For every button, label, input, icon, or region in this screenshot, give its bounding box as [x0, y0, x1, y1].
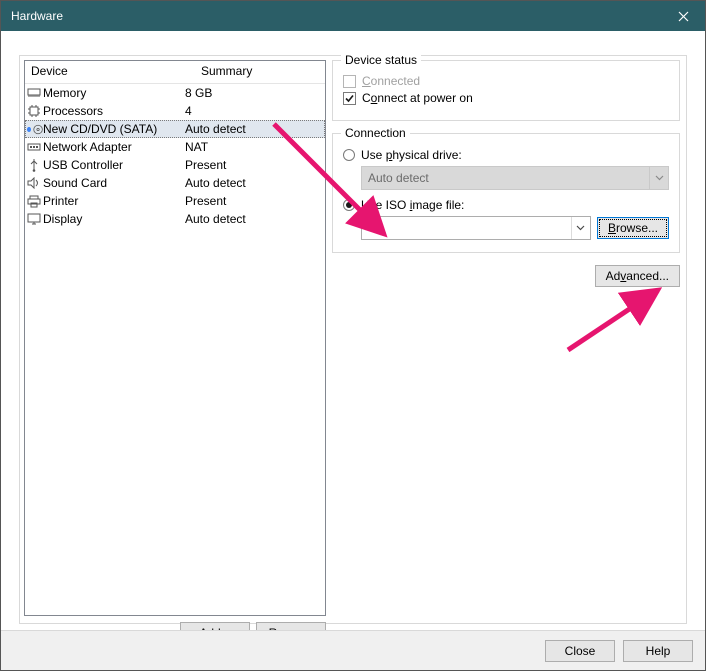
iso-path-combo[interactable]: [361, 216, 591, 240]
physical-drive-combo: Auto detect: [361, 166, 669, 190]
use-physical-label: Use physical drive:: [361, 148, 462, 162]
connect-poweron-row[interactable]: Connect at power on: [343, 91, 669, 105]
memory-icon: [25, 87, 43, 99]
device-row[interactable]: Network AdapterNAT: [25, 138, 325, 156]
advanced-button[interactable]: Advanced...: [595, 265, 680, 287]
window-title: Hardware: [11, 9, 661, 23]
dialog-footer: Close Help: [1, 630, 705, 670]
device-row[interactable]: USB ControllerPresent: [25, 156, 325, 174]
use-physical-row[interactable]: Use physical drive:: [343, 148, 669, 162]
cpu-icon: [25, 104, 43, 118]
column-device[interactable]: Device: [25, 61, 195, 83]
connected-label: Connected: [362, 74, 420, 88]
use-iso-label: Use ISO image file:: [361, 198, 464, 212]
device-summary: 8 GB: [183, 86, 325, 100]
device-row[interactable]: Processors4: [25, 102, 325, 120]
device-summary: Auto detect: [183, 176, 325, 190]
device-status-group: Device status Connected Connect at power…: [332, 60, 680, 121]
device-name: Processors: [43, 104, 183, 118]
browse-button[interactable]: Browse...: [597, 217, 669, 239]
close-icon[interactable]: [661, 1, 705, 31]
device-summary: NAT: [183, 140, 325, 154]
device-name: Network Adapter: [43, 140, 183, 154]
device-list[interactable]: Device Summary Memory8 GBProcessors4New …: [24, 60, 326, 616]
physical-drive-value: Auto detect: [362, 171, 649, 185]
device-summary: Present: [183, 194, 325, 208]
usb-icon: [25, 158, 43, 172]
close-button[interactable]: Close: [545, 640, 615, 662]
connected-row: Connected: [343, 74, 669, 88]
device-status-legend: Device status: [341, 53, 421, 67]
device-name: Sound Card: [43, 176, 183, 190]
chevron-down-icon: [649, 167, 668, 189]
connect-poweron-label: Connect at power on: [362, 91, 473, 105]
device-row[interactable]: PrinterPresent: [25, 192, 325, 210]
connect-poweron-checkbox[interactable]: [343, 92, 356, 105]
net-icon: [25, 141, 43, 153]
annotation-arrow-icon: [548, 280, 678, 360]
display-icon: [25, 213, 43, 225]
device-summary: Auto detect: [183, 122, 325, 136]
chevron-down-icon[interactable]: [571, 217, 590, 239]
hardware-dialog: { "title": "Hardware", "columns": { "dev…: [0, 0, 706, 671]
device-row[interactable]: DisplayAuto detect: [25, 210, 325, 228]
sound-icon: [25, 177, 43, 189]
device-name: New CD/DVD (SATA): [43, 122, 183, 136]
device-name: Display: [43, 212, 183, 226]
content-panel: Device Summary Memory8 GBProcessors4New …: [19, 55, 687, 624]
dialog-body: Device Summary Memory8 GBProcessors4New …: [1, 31, 705, 630]
right-pane: Device status Connected Connect at power…: [332, 60, 680, 287]
device-summary: 4: [183, 104, 325, 118]
cd-icon: [25, 123, 43, 136]
column-summary[interactable]: Summary: [195, 61, 325, 83]
use-iso-row[interactable]: Use ISO image file:: [343, 198, 669, 212]
connected-checkbox: [343, 75, 356, 88]
device-name: Printer: [43, 194, 183, 208]
help-button[interactable]: Help: [623, 640, 693, 662]
device-name: Memory: [43, 86, 183, 100]
use-physical-radio[interactable]: [343, 149, 355, 161]
printer-icon: [25, 195, 43, 208]
left-pane: Device Summary Memory8 GBProcessors4New …: [24, 60, 326, 619]
device-name: USB Controller: [43, 158, 183, 172]
titlebar: Hardware: [1, 1, 705, 31]
connection-legend: Connection: [341, 126, 410, 140]
device-row[interactable]: Memory8 GB: [25, 84, 325, 102]
device-list-header: Device Summary: [25, 61, 325, 84]
device-row[interactable]: New CD/DVD (SATA)Auto detect: [25, 120, 325, 138]
device-row[interactable]: Sound CardAuto detect: [25, 174, 325, 192]
use-iso-radio[interactable]: [343, 199, 355, 211]
device-summary: Auto detect: [183, 212, 325, 226]
device-summary: Present: [183, 158, 325, 172]
connection-group: Connection Use physical drive: Auto dete…: [332, 133, 680, 253]
